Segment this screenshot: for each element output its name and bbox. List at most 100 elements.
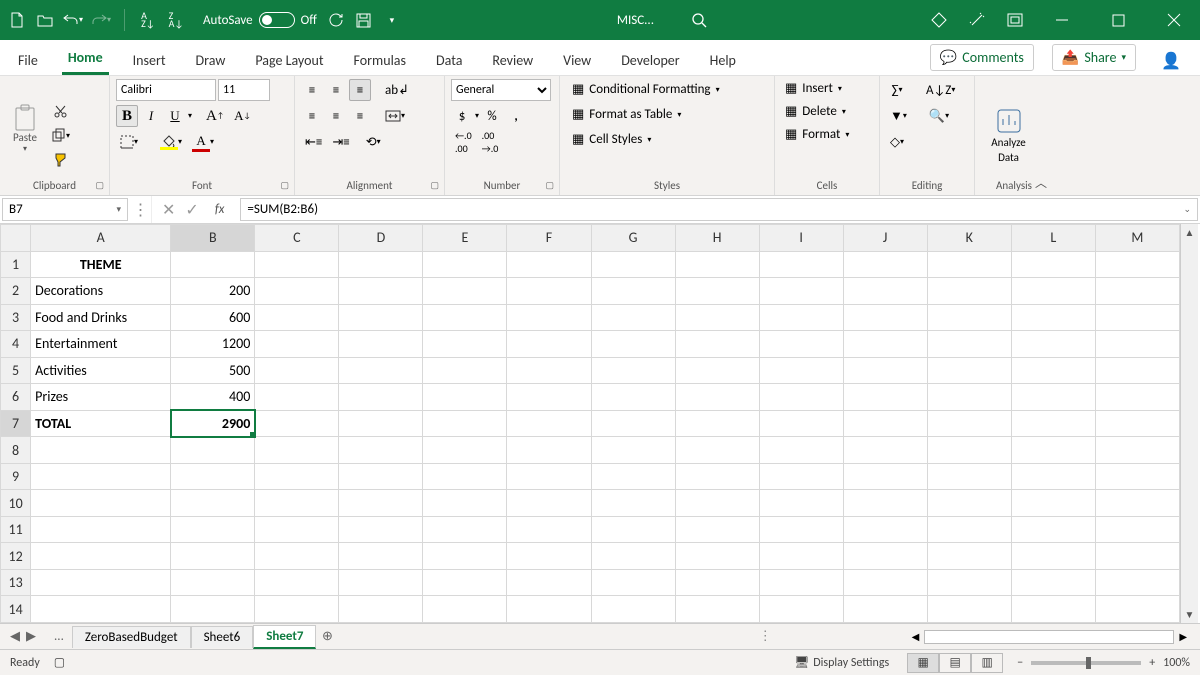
cell-I5[interactable]: [759, 357, 843, 384]
delete-cells-button[interactable]: ▦Delete ▾: [781, 102, 850, 121]
qat-customize-icon[interactable]: ▾: [383, 11, 401, 29]
cell-H11[interactable]: [675, 516, 759, 543]
cell-G4[interactable]: [591, 331, 675, 358]
row-header-3[interactable]: 3: [1, 304, 31, 331]
cell-F11[interactable]: [507, 516, 591, 543]
window-options-icon[interactable]: [1006, 11, 1024, 29]
tab-insert[interactable]: Insert: [127, 52, 172, 75]
row-header-11[interactable]: 11: [1, 516, 31, 543]
tab-formulas[interactable]: Formulas: [348, 52, 412, 75]
cell-M7[interactable]: [1095, 410, 1179, 437]
macro-record-icon[interactable]: ▢: [54, 655, 65, 670]
cell-L1[interactable]: [1011, 251, 1095, 278]
cell-K1[interactable]: [927, 251, 1011, 278]
search-icon[interactable]: [684, 9, 714, 31]
cell-H14[interactable]: [675, 596, 759, 623]
cell-F4[interactable]: [507, 331, 591, 358]
scroll-right-icon[interactable]: ▶: [1174, 630, 1192, 643]
comma-button[interactable]: ,: [505, 105, 527, 127]
cell-H7[interactable]: [675, 410, 759, 437]
percent-button[interactable]: %: [481, 105, 503, 127]
format-as-table-button[interactable]: ▦Format as Table ▾: [566, 104, 687, 125]
cell-L13[interactable]: [1011, 569, 1095, 596]
cell-D7[interactable]: [339, 410, 423, 437]
cell-I2[interactable]: [759, 278, 843, 305]
cell-A1[interactable]: THEME: [31, 251, 171, 278]
minimize-button[interactable]: [1044, 5, 1080, 35]
analyze-data-button[interactable]: Analyze Data: [981, 96, 1036, 176]
column-header-I[interactable]: I: [759, 225, 843, 252]
zoom-out-button[interactable]: −: [1017, 656, 1023, 670]
cell-B5[interactable]: 500: [171, 357, 255, 384]
row-header-10[interactable]: 10: [1, 490, 31, 517]
enter-formula-icon[interactable]: ✓: [185, 200, 198, 220]
account-icon[interactable]: 👤: [1154, 51, 1188, 71]
column-header-F[interactable]: F: [507, 225, 591, 252]
cell-K5[interactable]: [927, 357, 1011, 384]
cell-M13[interactable]: [1095, 569, 1179, 596]
sheet-split-icon[interactable]: ⋮: [749, 629, 782, 644]
cell-J12[interactable]: [843, 543, 927, 570]
font-size-select[interactable]: [218, 79, 270, 101]
cell-L3[interactable]: [1011, 304, 1095, 331]
cell-J7[interactable]: [843, 410, 927, 437]
cell-L8[interactable]: [1011, 437, 1095, 464]
cell-F12[interactable]: [507, 543, 591, 570]
format-cells-button[interactable]: ▦Format ▾: [781, 125, 853, 144]
cell-G8[interactable]: [591, 437, 675, 464]
cell-C14[interactable]: [255, 596, 339, 623]
cell-J4[interactable]: [843, 331, 927, 358]
cell-B8[interactable]: [171, 437, 255, 464]
open-file-icon[interactable]: [36, 11, 54, 29]
cell-A3[interactable]: Food and Drinks: [31, 304, 171, 331]
alignment-launcher-icon[interactable]: ▢: [430, 180, 439, 191]
cell-B2[interactable]: 200: [171, 278, 255, 305]
cell-K2[interactable]: [927, 278, 1011, 305]
cell-J9[interactable]: [843, 463, 927, 490]
normal-view-button[interactable]: ▦: [907, 653, 939, 673]
cell-E7[interactable]: [423, 410, 507, 437]
cell-C9[interactable]: [255, 463, 339, 490]
column-header-K[interactable]: K: [927, 225, 1011, 252]
wrap-text-button[interactable]: ab↲: [381, 79, 413, 101]
row-header-7[interactable]: 7: [1, 410, 31, 437]
cell-M11[interactable]: [1095, 516, 1179, 543]
sheet-nav-more[interactable]: ...: [46, 629, 72, 644]
cell-H3[interactable]: [675, 304, 759, 331]
cell-M1[interactable]: [1095, 251, 1179, 278]
increase-indent-button[interactable]: ⇥≡: [328, 131, 353, 153]
cell-B11[interactable]: [171, 516, 255, 543]
cell-E4[interactable]: [423, 331, 507, 358]
cell-D14[interactable]: [339, 596, 423, 623]
tab-help[interactable]: Help: [704, 52, 742, 75]
cell-M12[interactable]: [1095, 543, 1179, 570]
cell-styles-button[interactable]: ▦Cell Styles ▾: [566, 129, 657, 150]
cell-M14[interactable]: [1095, 596, 1179, 623]
cell-A4[interactable]: Entertainment: [31, 331, 171, 358]
cell-K13[interactable]: [927, 569, 1011, 596]
cell-L12[interactable]: [1011, 543, 1095, 570]
row-header-13[interactable]: 13: [1, 569, 31, 596]
sheet-tab-sheet6[interactable]: Sheet6: [191, 626, 254, 648]
cell-C2[interactable]: [255, 278, 339, 305]
tab-view[interactable]: View: [557, 52, 597, 75]
diamond-icon[interactable]: [930, 11, 948, 29]
cell-A10[interactable]: [31, 490, 171, 517]
cell-D9[interactable]: [339, 463, 423, 490]
cell-G1[interactable]: [591, 251, 675, 278]
decrease-decimal-button[interactable]: .00→.0: [478, 131, 503, 153]
cell-H12[interactable]: [675, 543, 759, 570]
cell-A8[interactable]: [31, 437, 171, 464]
cell-K12[interactable]: [927, 543, 1011, 570]
cell-I10[interactable]: [759, 490, 843, 517]
cell-B7[interactable]: 2900: [171, 410, 255, 437]
cell-I14[interactable]: [759, 596, 843, 623]
cell-G3[interactable]: [591, 304, 675, 331]
column-header-B[interactable]: B: [171, 225, 255, 252]
row-header-12[interactable]: 12: [1, 543, 31, 570]
cell-C5[interactable]: [255, 357, 339, 384]
align-bottom-button[interactable]: ≡: [349, 79, 371, 101]
row-header-6[interactable]: 6: [1, 384, 31, 411]
cell-L10[interactable]: [1011, 490, 1095, 517]
cell-E14[interactable]: [423, 596, 507, 623]
